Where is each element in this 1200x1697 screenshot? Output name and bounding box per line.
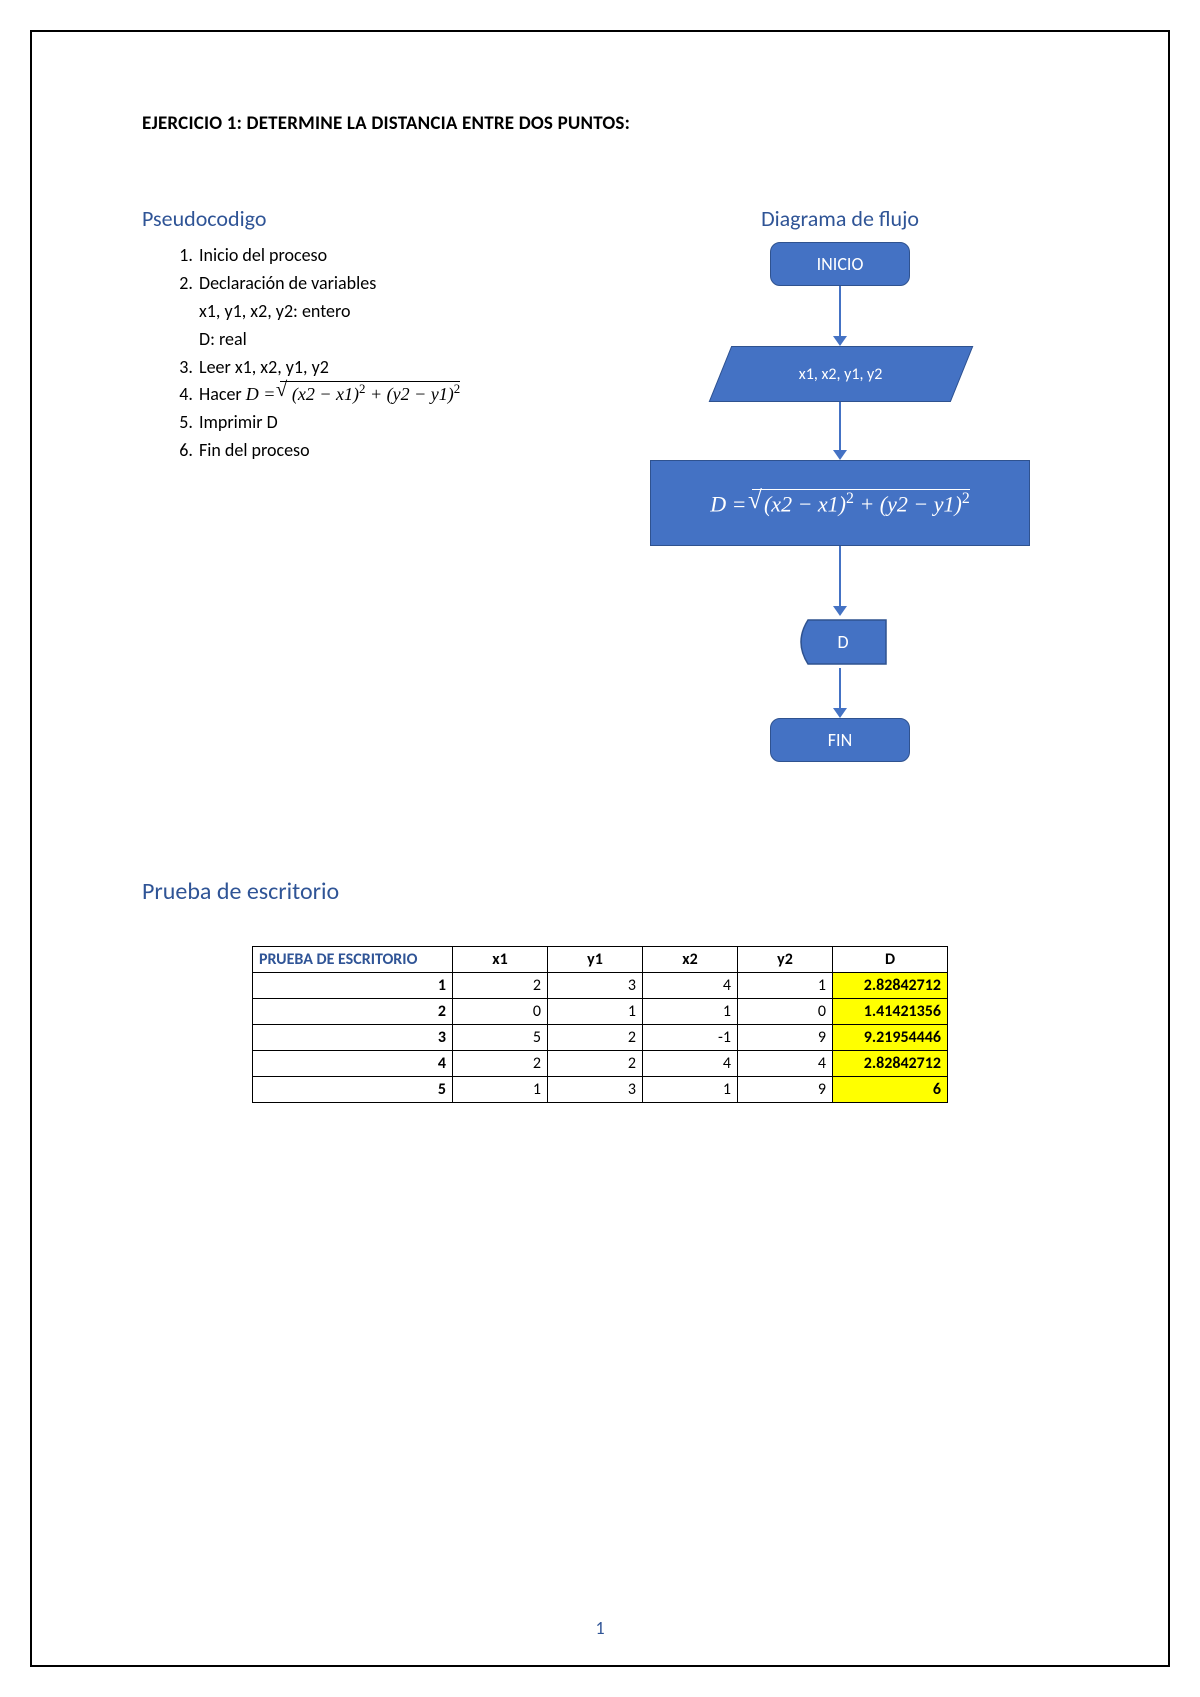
flow-arrow xyxy=(833,400,847,460)
step-6: Fin del proceso xyxy=(197,437,602,465)
flow-process: D = (x2 − x1)2 + (y2 − y1)2 xyxy=(650,460,1030,546)
table-row: 4 2 2 4 4 2.82842712 xyxy=(253,1051,948,1077)
flow-arrow xyxy=(833,286,847,346)
formula-d-pseudocode: D = (x2 − x1)2 + (y2 − y1)2 xyxy=(246,384,461,404)
step-2-vars-int: x1, y1, x2, y2: entero xyxy=(199,300,350,322)
cell-n: 2 xyxy=(253,999,453,1025)
flow-arrow xyxy=(833,668,847,718)
cell-n: 3 xyxy=(253,1025,453,1051)
pseudocode-heading: Pseudocodigo xyxy=(142,205,602,232)
table-header-y1: y1 xyxy=(548,947,643,973)
content-columns: Pseudocodigo Inicio del proceso Declarac… xyxy=(142,205,1058,762)
desk-check-heading: Prueba de escritorio xyxy=(142,877,1058,906)
flow-output: D xyxy=(790,616,890,668)
flow-start: INICIO xyxy=(770,242,910,286)
table-header-row: PRUEBA DE ESCRITORIO x1 y1 x2 y2 D xyxy=(253,947,948,973)
page-number: 1 xyxy=(32,1617,1168,1639)
table-header-y2: y2 xyxy=(738,947,833,973)
flow-end: FIN xyxy=(770,718,910,762)
cell-y1: 1 xyxy=(548,999,643,1025)
cell-x1: 2 xyxy=(453,1051,548,1077)
cell-x2: -1 xyxy=(643,1025,738,1051)
pseudocode-column: Pseudocodigo Inicio del proceso Declarac… xyxy=(142,205,602,465)
page: EJERCICIO 1: DETERMINE LA DISTANCIA ENTR… xyxy=(0,0,1200,1697)
step-3: Leer x1, x2, y1, y2 xyxy=(197,354,602,382)
flow-input-label: x1, x2, y1, y2 xyxy=(799,365,883,384)
step-2-text: Declaración de variables xyxy=(199,272,376,294)
cell-y2: 1 xyxy=(738,973,833,999)
cell-n: 1 xyxy=(253,973,453,999)
cell-x2: 1 xyxy=(643,1077,738,1103)
cell-x1: 0 xyxy=(453,999,548,1025)
table-row: 5 1 3 1 9 6 xyxy=(253,1077,948,1103)
cell-x1: 2 xyxy=(453,973,548,999)
cell-y1: 3 xyxy=(548,973,643,999)
flow-input: x1, x2, y1, y2 xyxy=(720,346,960,400)
desk-check-table: PRUEBA DE ESCRITORIO x1 y1 x2 y2 D 1 2 3… xyxy=(252,946,948,1103)
step-2-vars-real: D: real xyxy=(199,328,247,350)
step-4-prefix: Hacer xyxy=(199,383,246,405)
cell-y1: 3 xyxy=(548,1077,643,1103)
flow-output-label: D xyxy=(790,616,890,668)
cell-d: 1.41421356 xyxy=(833,999,948,1025)
table-header-label: PRUEBA DE ESCRITORIO xyxy=(253,947,453,973)
step-2: Declaración de variables x1, y1, x2, y2:… xyxy=(197,270,602,354)
cell-d: 9.21954446 xyxy=(833,1025,948,1051)
cell-x1: 5 xyxy=(453,1025,548,1051)
cell-y1: 2 xyxy=(548,1025,643,1051)
flowchart-column: Diagrama de flujo INICIO x1, x2, y1, y2 … xyxy=(622,205,1058,762)
cell-y2: 4 xyxy=(738,1051,833,1077)
cell-x2: 4 xyxy=(643,1051,738,1077)
table-header-x1: x1 xyxy=(453,947,548,973)
cell-y2: 0 xyxy=(738,999,833,1025)
cell-d: 2.82842712 xyxy=(833,1051,948,1077)
step-1: Inicio del proceso xyxy=(197,242,602,270)
table-row: 1 2 3 4 1 2.82842712 xyxy=(253,973,948,999)
cell-y2: 9 xyxy=(738,1077,833,1103)
pseudocode-list: Inicio del proceso Declaración de variab… xyxy=(142,242,602,465)
cell-x1: 1 xyxy=(453,1077,548,1103)
step-4: Hacer D = (x2 − x1)2 + (y2 − y1)2 xyxy=(197,381,602,409)
table-header-d: D xyxy=(833,947,948,973)
flow-start-label: INICIO xyxy=(817,253,864,275)
exercise-title: EJERCICIO 1: DETERMINE LA DISTANCIA ENTR… xyxy=(142,112,1058,135)
page-border: EJERCICIO 1: DETERMINE LA DISTANCIA ENTR… xyxy=(30,30,1170,1667)
table-row: 3 5 2 -1 9 9.21954446 xyxy=(253,1025,948,1051)
cell-y1: 2 xyxy=(548,1051,643,1077)
formula-d-flow: D = (x2 − x1)2 + (y2 − y1)2 xyxy=(710,489,969,517)
table-header-x2: x2 xyxy=(643,947,738,973)
flow-end-label: FIN xyxy=(828,729,852,751)
cell-n: 5 xyxy=(253,1077,453,1103)
cell-y2: 9 xyxy=(738,1025,833,1051)
step-5: Imprimir D xyxy=(197,409,602,437)
cell-x2: 1 xyxy=(643,999,738,1025)
cell-n: 4 xyxy=(253,1051,453,1077)
cell-d: 2.82842712 xyxy=(833,973,948,999)
table-row: 2 0 1 1 0 1.41421356 xyxy=(253,999,948,1025)
desk-check-section: Prueba de escritorio PRUEBA DE ESCRITORI… xyxy=(142,877,1058,1103)
cell-d: 6 xyxy=(833,1077,948,1103)
flowchart-heading: Diagrama de flujo xyxy=(761,205,919,232)
cell-x2: 4 xyxy=(643,973,738,999)
flow-arrow xyxy=(833,546,847,616)
